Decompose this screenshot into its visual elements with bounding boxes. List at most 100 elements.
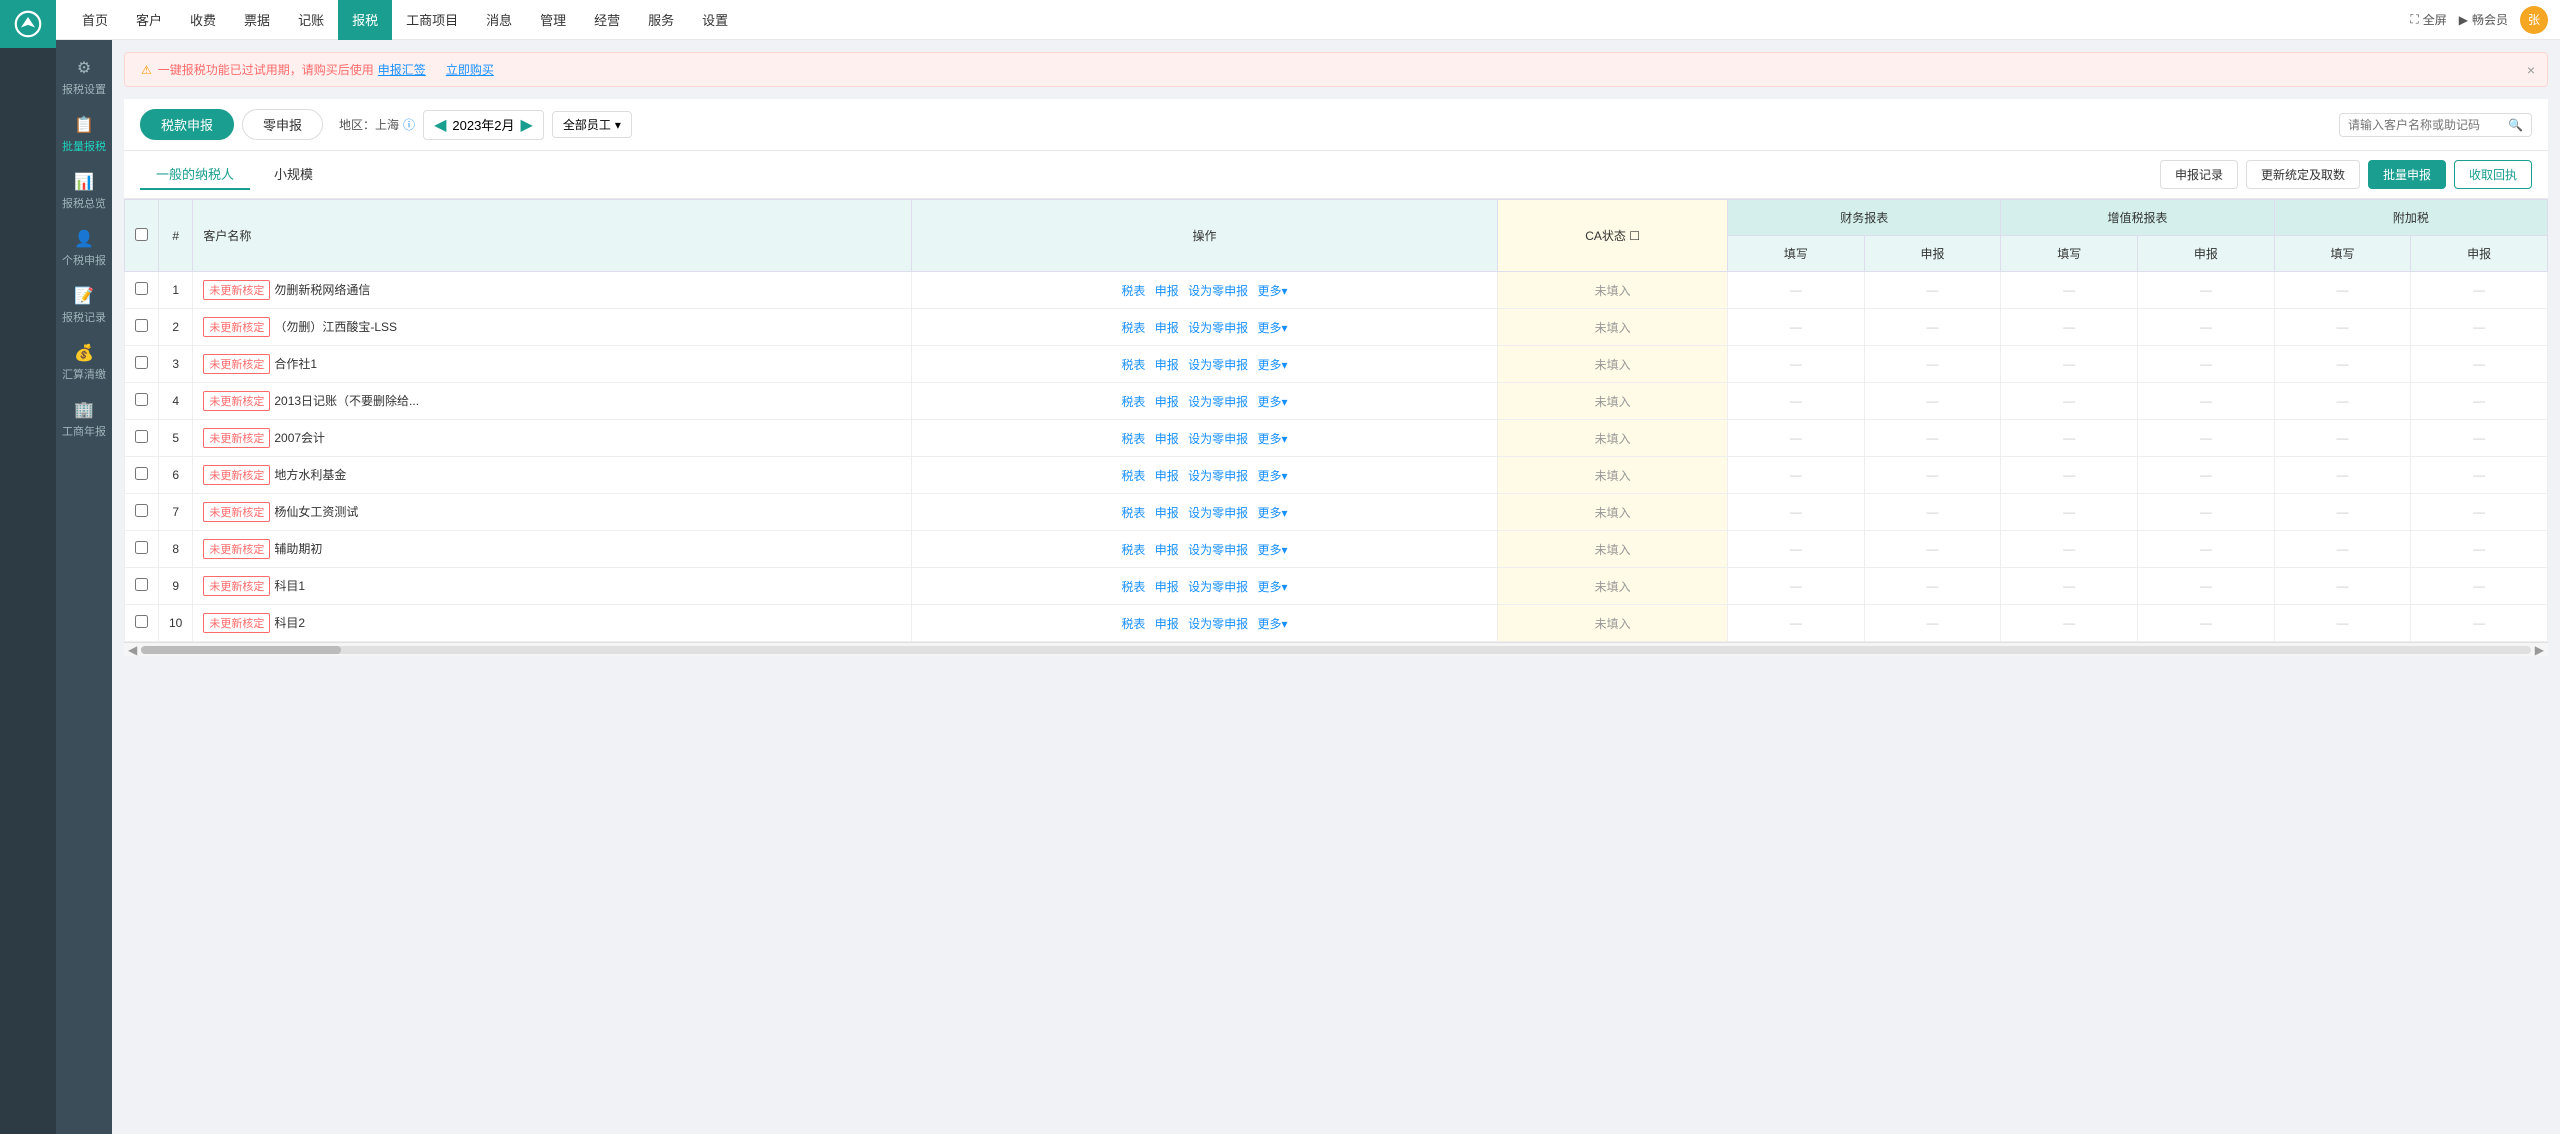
op-declare[interactable]: 申报 <box>1155 395 1179 409</box>
op-zero-declare[interactable]: 设为零申报 <box>1188 395 1248 409</box>
op-declare[interactable]: 申报 <box>1155 543 1179 557</box>
sidebar-item-personal-tax[interactable]: 👤 个税申报 <box>56 219 112 276</box>
sidebar-item-tax-overview[interactable]: 📊 报税总览 <box>56 162 112 219</box>
row-tax-fill: — <box>2001 457 2138 494</box>
banner-link2[interactable]: 立即购买 <box>446 61 494 78</box>
row-checkbox[interactable] <box>135 319 148 332</box>
banner-close-button[interactable]: × <box>2527 62 2535 78</box>
op-tax-form[interactable]: 税表 <box>1121 469 1145 483</box>
scroll-thumb[interactable] <box>141 646 341 654</box>
op-declare[interactable]: 申报 <box>1155 358 1179 372</box>
op-more[interactable]: 更多▾ <box>1257 580 1287 594</box>
row-checkbox[interactable] <box>135 541 148 554</box>
op-tax-form[interactable]: 税表 <box>1121 580 1145 594</box>
op-declare[interactable]: 申报 <box>1155 617 1179 631</box>
row-checkbox[interactable] <box>135 578 148 591</box>
ca-checkbox[interactable]: ☐ <box>1629 229 1640 243</box>
select-all-checkbox[interactable] <box>135 228 148 241</box>
search-input[interactable] <box>2348 118 2508 132</box>
banner-link1[interactable]: 申报汇签 <box>378 61 426 78</box>
op-zero-declare[interactable]: 设为零申报 <box>1188 469 1248 483</box>
op-tax-form[interactable]: 税表 <box>1121 395 1145 409</box>
date-prev-button[interactable]: ◀ <box>434 115 446 135</box>
op-tax-form[interactable]: 税表 <box>1121 543 1145 557</box>
btn-batch-declare[interactable]: 批量申报 <box>2368 160 2446 189</box>
date-next-button[interactable]: ▶ <box>521 115 533 135</box>
nav-settings[interactable]: 设置 <box>688 0 742 40</box>
action-buttons: 申报记录 更新统定及取数 批量申报 收取回执 <box>2160 160 2532 189</box>
nav-invoice[interactable]: 票据 <box>230 0 284 40</box>
nav-tax[interactable]: 报税 <box>338 0 392 40</box>
op-more[interactable]: 更多▾ <box>1257 321 1287 335</box>
nav-fee[interactable]: 收费 <box>176 0 230 40</box>
op-zero-declare[interactable]: 设为零申报 <box>1188 543 1248 557</box>
nav-bizproject[interactable]: 工商项目 <box>392 0 472 40</box>
op-declare[interactable]: 申报 <box>1155 506 1179 520</box>
row-checkbox[interactable] <box>135 282 148 295</box>
op-more[interactable]: 更多▾ <box>1257 469 1287 483</box>
region-selector[interactable]: 地区：上海 ⓘ <box>339 116 415 133</box>
btn-retrieve[interactable]: 收取回执 <box>2454 160 2532 189</box>
nav-home[interactable]: 首页 <box>68 0 122 40</box>
op-more[interactable]: 更多▾ <box>1257 506 1287 520</box>
op-more[interactable]: 更多▾ <box>1257 358 1287 372</box>
op-zero-declare[interactable]: 设为零申报 <box>1188 432 1248 446</box>
op-zero-declare[interactable]: 设为零申报 <box>1188 580 1248 594</box>
scroll-right-arrow[interactable]: ▶ <box>2535 643 2544 657</box>
nav-operation[interactable]: 经营 <box>580 0 634 40</box>
taxpayer-tab-general[interactable]: 一般的纳税人 <box>140 159 250 190</box>
op-tax-form[interactable]: 税表 <box>1121 321 1145 335</box>
op-tax-form[interactable]: 税表 <box>1121 358 1145 372</box>
table-row: 7 未更新核定杨仙女工资测试 税表 申报 设为零申报 更多▾ 未填入 — — —… <box>125 494 2548 531</box>
op-declare[interactable]: 申报 <box>1155 284 1179 298</box>
op-zero-declare[interactable]: 设为零申报 <box>1188 321 1248 335</box>
op-more[interactable]: 更多▾ <box>1257 284 1287 298</box>
op-more[interactable]: 更多▾ <box>1257 543 1287 557</box>
nav-manage[interactable]: 管理 <box>526 0 580 40</box>
employee-selector[interactable]: 全部员工 ▾ <box>552 111 632 138</box>
op-tax-form[interactable]: 税表 <box>1121 617 1145 631</box>
op-zero-declare[interactable]: 设为零申报 <box>1188 358 1248 372</box>
taxpayer-tab-small[interactable]: 小规模 <box>258 159 329 190</box>
sidebar-item-batch-tax[interactable]: 📋 批量报税 <box>56 105 112 162</box>
op-zero-declare[interactable]: 设为零申报 <box>1188 617 1248 631</box>
th-tax-submit: 申报 <box>2138 236 2275 272</box>
row-checkbox[interactable] <box>135 504 148 517</box>
nav-client[interactable]: 客户 <box>122 0 176 40</box>
op-tax-form[interactable]: 税表 <box>1121 284 1145 298</box>
op-declare[interactable]: 申报 <box>1155 580 1179 594</box>
op-more[interactable]: 更多▾ <box>1257 617 1287 631</box>
row-client-name: 未更新核定科目2 <box>193 605 912 642</box>
op-declare[interactable]: 申报 <box>1155 321 1179 335</box>
tab-zero-declaration[interactable]: 零申报 <box>242 109 323 140</box>
op-more[interactable]: 更多▾ <box>1257 395 1287 409</box>
op-more[interactable]: 更多▾ <box>1257 432 1287 446</box>
nav-service[interactable]: 服务 <box>634 0 688 40</box>
sidebar-item-annual-settle[interactable]: 💰 汇算清缴 <box>56 333 112 390</box>
member-button[interactable]: ▶ 畅会员 <box>2459 11 2508 28</box>
tab-tax-declaration[interactable]: 税款申报 <box>140 109 234 140</box>
sidebar-item-tax-settings[interactable]: ⚙ 报税设置 <box>56 48 112 105</box>
sidebar-item-biz-annual[interactable]: 🏢 工商年报 <box>56 390 112 447</box>
row-checkbox[interactable] <box>135 467 148 480</box>
search-icon[interactable]: 🔍 <box>2508 118 2523 132</box>
op-declare[interactable]: 申报 <box>1155 432 1179 446</box>
btn-record[interactable]: 申报记录 <box>2160 160 2238 189</box>
row-checkbox[interactable] <box>135 430 148 443</box>
op-tax-form[interactable]: 税表 <box>1121 432 1145 446</box>
nav-accounting[interactable]: 记账 <box>284 0 338 40</box>
scroll-left-arrow[interactable]: ◀ <box>128 643 137 657</box>
op-zero-declare[interactable]: 设为零申报 <box>1188 284 1248 298</box>
fullscreen-button[interactable]: ⛶ 全屏 <box>2410 11 2446 28</box>
btn-update[interactable]: 更新统定及取数 <box>2246 160 2360 189</box>
op-declare[interactable]: 申报 <box>1155 469 1179 483</box>
horizontal-scrollbar[interactable]: ◀ ▶ <box>124 642 2548 656</box>
op-zero-declare[interactable]: 设为零申报 <box>1188 506 1248 520</box>
row-checkbox[interactable] <box>135 393 148 406</box>
nav-message[interactable]: 消息 <box>472 0 526 40</box>
row-checkbox[interactable] <box>135 356 148 369</box>
sidebar-item-tax-record[interactable]: 📝 报税记录 <box>56 276 112 333</box>
row-checkbox[interactable] <box>135 615 148 628</box>
op-tax-form[interactable]: 税表 <box>1121 506 1145 520</box>
user-avatar[interactable]: 张 <box>2520 6 2548 34</box>
